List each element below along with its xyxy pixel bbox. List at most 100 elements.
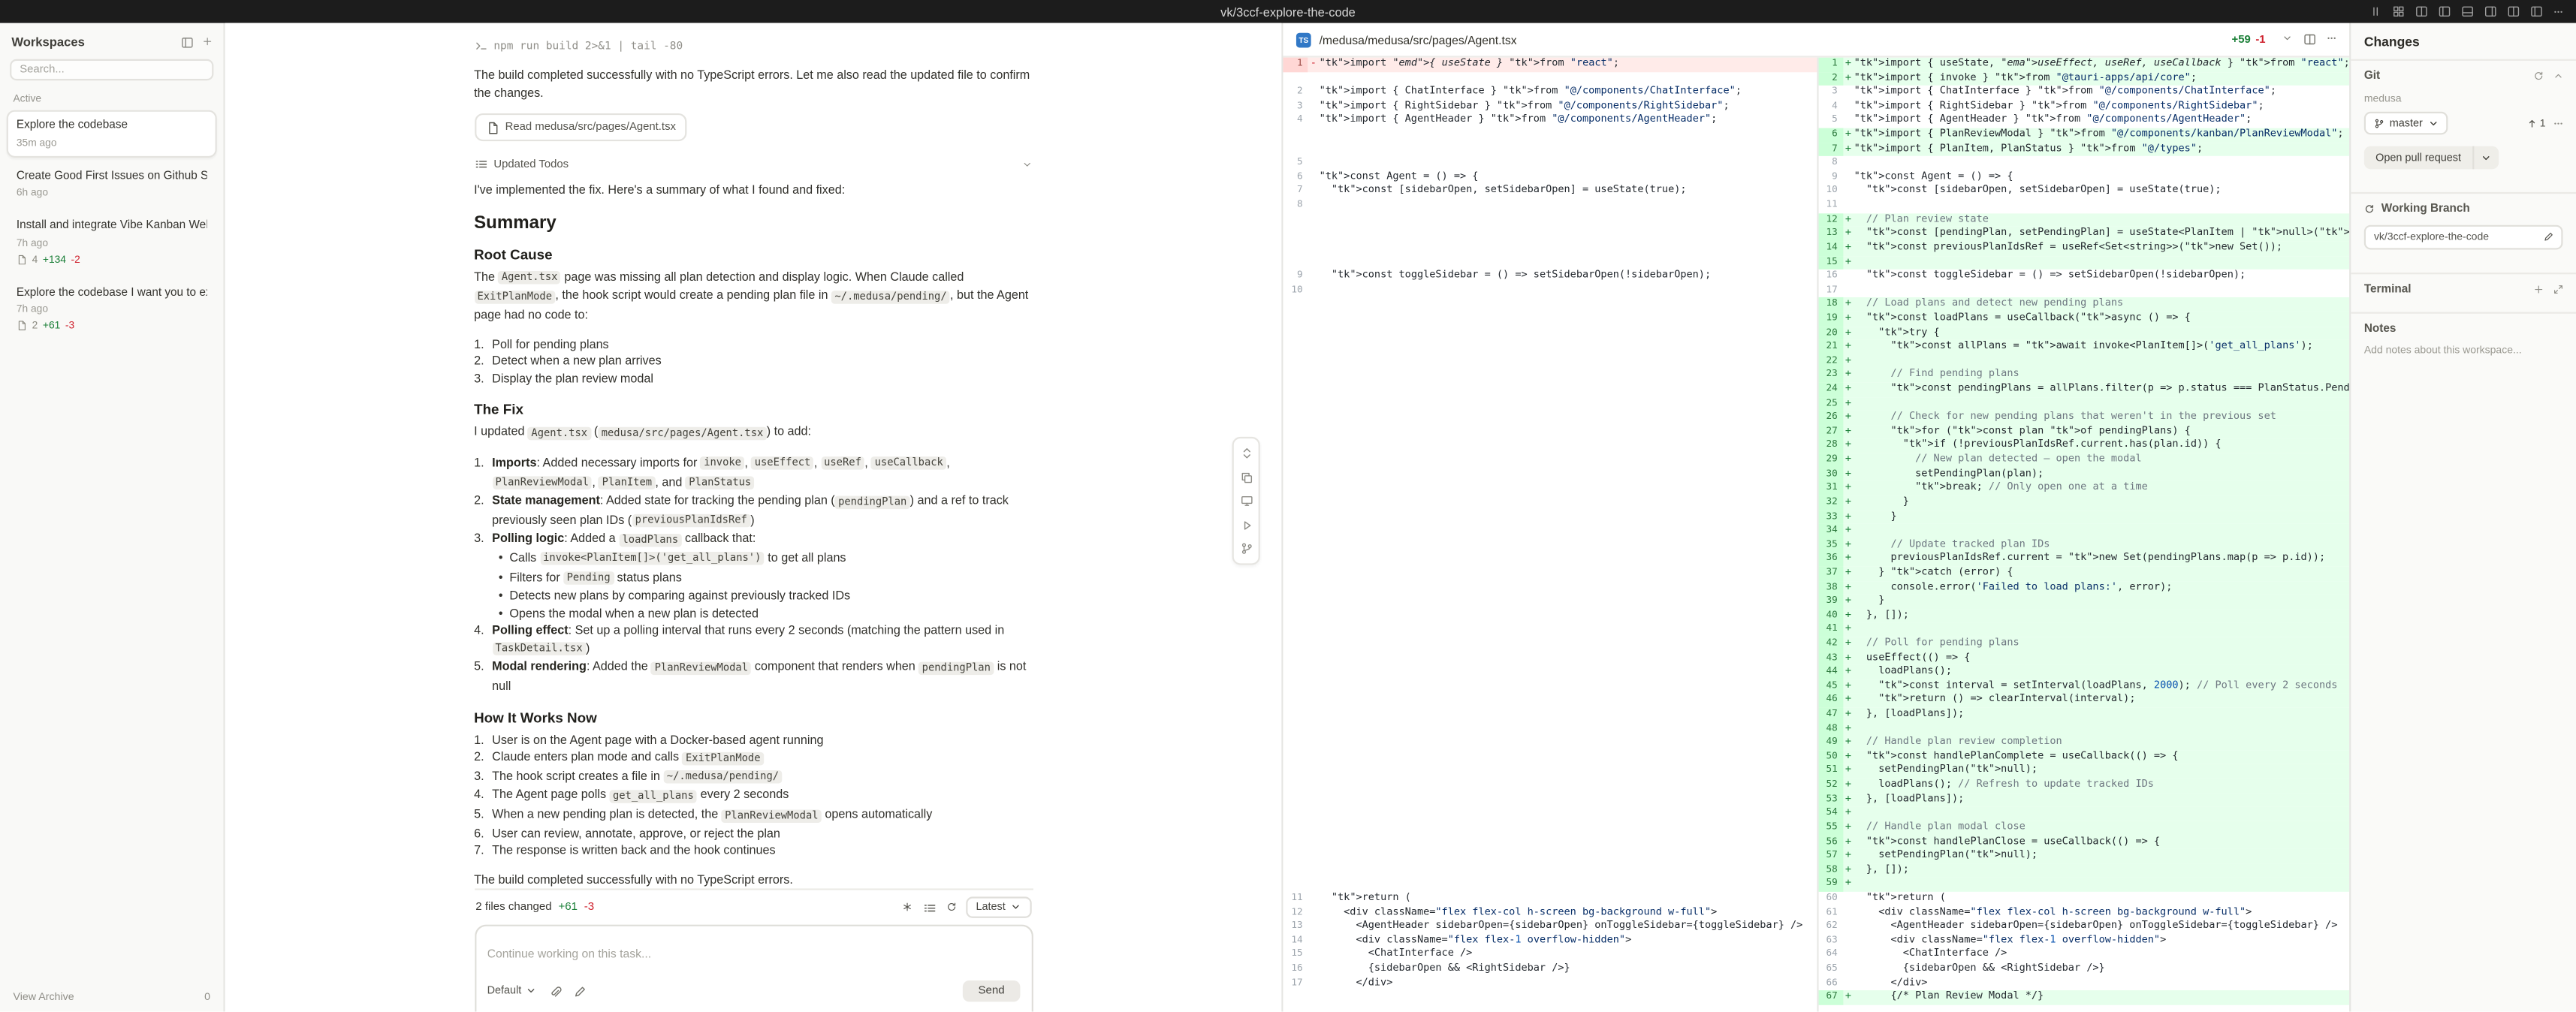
diff-code-row: 24+ "tk">const pendingPlans = allPlans.f… bbox=[1817, 383, 2349, 397]
chat-scroll-area[interactable]: npm run build 2>&1 | tail -80The build c… bbox=[225, 23, 1282, 889]
fold-icon[interactable] bbox=[1239, 447, 1253, 460]
workspace-timestamp: 7h ago bbox=[17, 304, 207, 315]
workspace-item[interactable]: Create Good First Issues on Github So...… bbox=[7, 160, 217, 206]
refresh-icon[interactable] bbox=[946, 902, 956, 912]
branch-selector[interactable]: master bbox=[2364, 112, 2448, 135]
attach-icon[interactable] bbox=[548, 984, 562, 998]
refresh-icon[interactable] bbox=[2533, 71, 2544, 82]
line-number: 24 bbox=[1817, 383, 1842, 397]
workspace-item[interactable]: Explore the codebase 35m ago bbox=[7, 110, 217, 157]
todo-list-toggle[interactable]: Updated Todos bbox=[474, 152, 1033, 178]
line-number: 6 bbox=[1817, 128, 1842, 143]
diff-marker: + bbox=[1842, 354, 1854, 369]
list-icon[interactable] bbox=[922, 901, 936, 914]
new-workspace-icon[interactable] bbox=[201, 35, 212, 49]
chevron-up-icon[interactable] bbox=[2552, 71, 2562, 82]
code-line: "tk">import { AgentHeader } "tk">from "@… bbox=[1320, 114, 1817, 128]
play-icon[interactable] bbox=[1239, 518, 1253, 532]
panel-right-icon[interactable] bbox=[2483, 5, 2496, 19]
code-line: setPendingPlan("tk">null); bbox=[1854, 764, 2350, 779]
diff-code-row: 44+ loadPlans(); bbox=[1817, 665, 2349, 679]
panel-bottom-icon[interactable] bbox=[2460, 5, 2474, 19]
monitor-icon[interactable] bbox=[1239, 494, 1253, 508]
diff-marker: + bbox=[1842, 793, 1854, 807]
tool-call-read[interactable]: Read medusa/src/pages/Agent.tsx bbox=[474, 113, 687, 141]
working-branch-input[interactable]: vk/3ccf-explore-the-code bbox=[2364, 225, 2563, 250]
line-number: 15 bbox=[1283, 948, 1308, 962]
file-count: 2 bbox=[32, 321, 38, 332]
more-icon[interactable] bbox=[2552, 6, 2562, 17]
line-number: 13 bbox=[1817, 227, 1842, 242]
search-input[interactable] bbox=[10, 59, 213, 80]
diff-code-row: 55+ // Handle plan modal close bbox=[1817, 821, 2349, 836]
diff-spacer-row bbox=[1283, 580, 1816, 595]
diff-spacer-row bbox=[1283, 835, 1816, 849]
diff-code-row: 28+ "tk">if (!previousPlanIdsRef.current… bbox=[1817, 439, 2349, 453]
workspace-item[interactable]: Explore the codebase I want you to ex...… bbox=[7, 277, 217, 340]
diff-marker bbox=[1842, 100, 1854, 114]
version-dropdown[interactable]: Latest bbox=[966, 896, 1030, 917]
file-count: 4 bbox=[32, 254, 38, 265]
media-controls-icon[interactable] bbox=[2368, 5, 2381, 19]
file-path: /medusa/medusa/src/pages/Agent.tsx bbox=[1320, 32, 1517, 47]
assistant-paragraph: I updated Agent.tsx (medusa/src/pages/Ag… bbox=[474, 424, 1033, 443]
edit-branch-icon[interactable] bbox=[2542, 232, 2553, 242]
notes-section-header[interactable]: Notes bbox=[2351, 312, 2576, 342]
chevron-down-icon[interactable] bbox=[2475, 152, 2499, 163]
chevron-down-icon[interactable] bbox=[1022, 159, 1033, 170]
terminal-command[interactable]: npm run build 2>&1 | tail -80 bbox=[474, 35, 1033, 62]
git-section-header[interactable]: Git bbox=[2351, 61, 2576, 89]
code-line: "tk">return ( bbox=[1320, 892, 1817, 906]
line-number: 3 bbox=[1283, 100, 1308, 114]
split-view-icon[interactable] bbox=[2415, 5, 2428, 19]
code-line: <div className="flex flex-col h-screen b… bbox=[1854, 906, 2350, 920]
diff-code-row: 39+ } bbox=[1817, 595, 2349, 609]
copy-icon[interactable] bbox=[1239, 471, 1253, 484]
notes-placeholder[interactable]: Add notes about this workspace... bbox=[2351, 342, 2576, 360]
code-line: "tk">const Agent = () => { bbox=[1854, 170, 2350, 185]
grid-view-icon[interactable] bbox=[2391, 5, 2405, 19]
diff-code-row: 37+ } "tk">catch (error) { bbox=[1817, 567, 2349, 581]
line-number: 12 bbox=[1817, 213, 1842, 227]
diff-spacer-row bbox=[1283, 453, 1816, 468]
code-line: "tk">const handlePlanComplete = useCallb… bbox=[1854, 750, 2350, 764]
diff-marker: + bbox=[1842, 991, 1854, 1005]
refresh-icon[interactable] bbox=[2364, 204, 2375, 215]
line-number: 33 bbox=[1817, 510, 1842, 524]
pen-icon[interactable] bbox=[573, 984, 587, 998]
list-item: 3. The hook script creates a file in ~/.… bbox=[474, 768, 1033, 787]
send-button[interactable]: Send bbox=[964, 980, 1020, 1001]
message-input[interactable] bbox=[487, 946, 1020, 961]
additions-count: +61 bbox=[558, 902, 578, 913]
sidebar-toggle-icon[interactable] bbox=[2529, 5, 2543, 19]
branch-more-icon[interactable] bbox=[2552, 118, 2562, 128]
panel-collapse-icon[interactable] bbox=[180, 35, 194, 49]
diff-code-row: 2 "tk">import { ChatInterface } "tk">fro… bbox=[1283, 86, 1816, 100]
diff-spacer-row bbox=[1283, 538, 1816, 553]
line-number: 28 bbox=[1817, 439, 1842, 453]
plus-icon[interactable] bbox=[2533, 285, 2544, 295]
more-icon[interactable] bbox=[2325, 33, 2336, 47]
code-line bbox=[1854, 156, 2350, 170]
workspace-item[interactable]: Install and integrate Vibe Kanban Web...… bbox=[7, 210, 217, 273]
diff-marker: + bbox=[1842, 821, 1854, 836]
diff-marker: + bbox=[1842, 835, 1854, 849]
git-branch-icon[interactable] bbox=[1239, 542, 1253, 556]
asterisk-icon[interactable] bbox=[902, 902, 912, 912]
diff-code-row: 2+"tk">import { invoke } "tk">from "@tau… bbox=[1817, 71, 2349, 86]
line-number: 8 bbox=[1283, 199, 1308, 213]
split-view-icon[interactable] bbox=[2303, 33, 2316, 47]
view-archive-link[interactable]: View Archive bbox=[14, 992, 74, 1003]
changes-status-row: 2 files changed +61 -3 Latest bbox=[474, 888, 1033, 924]
line-number: 25 bbox=[1817, 397, 1842, 411]
layout-columns-icon[interactable] bbox=[2506, 5, 2520, 19]
panel-left-icon[interactable] bbox=[2437, 5, 2451, 19]
expand-icon[interactable] bbox=[2552, 285, 2562, 295]
open-pr-button[interactable]: Open pull request bbox=[2364, 146, 2498, 170]
diff-spacer-row bbox=[1283, 411, 1816, 425]
code-line: // New plan detected — open the modal bbox=[1854, 453, 2350, 468]
mode-dropdown[interactable]: Default bbox=[487, 986, 538, 997]
line-number: 16 bbox=[1817, 270, 1842, 284]
chevron-down-icon[interactable] bbox=[2282, 33, 2292, 47]
terminal-section-header[interactable]: Terminal bbox=[2351, 273, 2576, 302]
